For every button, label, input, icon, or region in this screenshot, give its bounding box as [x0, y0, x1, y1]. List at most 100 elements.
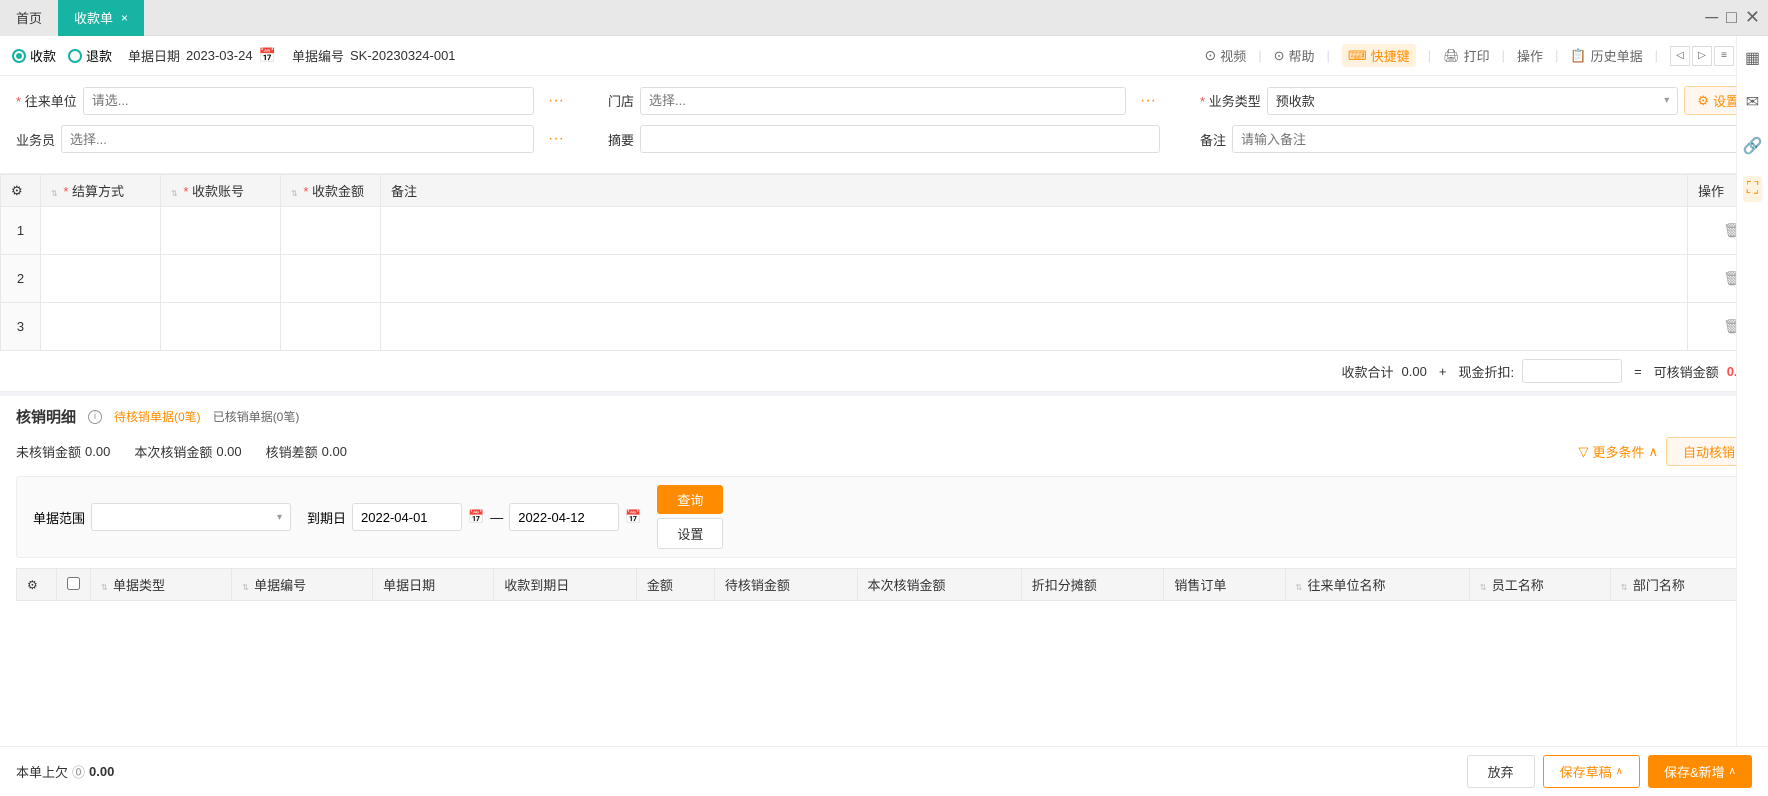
video-btn[interactable]: ⊙ 视频: [1204, 46, 1246, 65]
row-num-3: 3: [1, 303, 41, 351]
date-to-input[interactable]: [509, 503, 619, 531]
row2-remark[interactable]: [381, 255, 1688, 303]
refund-radio[interactable]: 退款: [68, 46, 112, 65]
row1-settle[interactable]: [41, 207, 161, 255]
operation-label: 操作: [1517, 46, 1543, 65]
calendar-icon[interactable]: 📅: [259, 47, 276, 64]
save-arrow-icon: ∧: [1729, 766, 1736, 777]
shop-label: 门店: [608, 91, 634, 110]
shop-input[interactable]: [640, 87, 1126, 115]
wt-gear-col[interactable]: ⚙: [17, 569, 57, 601]
row2-account[interactable]: [161, 255, 281, 303]
info-icon[interactable]: i: [88, 410, 102, 424]
row2-amount[interactable]: [281, 255, 381, 303]
shortcut-btn[interactable]: ⌨ 快捷键: [1342, 44, 1416, 67]
save-draft-btn[interactable]: 保存草稿 ∧: [1543, 755, 1640, 788]
row3-remark[interactable]: [381, 303, 1688, 351]
summary-row: 收款合计 0.00 + 现金折扣: = 可核销金额 0.00: [0, 351, 1768, 392]
tab-receipt[interactable]: 收款单 ×: [58, 0, 144, 36]
video-label: 视频: [1220, 46, 1246, 65]
prev-layout-icon[interactable]: ◁: [1670, 46, 1690, 66]
row1-amount[interactable]: [281, 207, 381, 255]
plus-label: +: [1439, 364, 1447, 379]
row2-settle[interactable]: [41, 255, 161, 303]
operation-btn[interactable]: 操作: [1517, 46, 1543, 65]
printer-icon: 🖨: [1443, 48, 1460, 64]
remarks-input[interactable]: [1232, 125, 1752, 153]
row1-account[interactable]: [161, 207, 281, 255]
business-type-select[interactable]: 预收款 ▾: [1267, 87, 1679, 115]
tab-home[interactable]: 首页: [0, 0, 58, 36]
tab-bar: 首页 收款单 × ─ □ ✕: [0, 0, 1768, 36]
more-conditions-btn[interactable]: ▽ 更多条件 ∧: [1578, 442, 1658, 461]
row1-remark[interactable]: [381, 207, 1688, 255]
select-all-checkbox[interactable]: [67, 577, 80, 590]
main-content: 收款 退款 单据日期 2023-03-24 📅 单据编号 SK-20230324…: [0, 36, 1768, 796]
date-value: 2023-03-24: [186, 48, 253, 63]
receipt-table: ⚙ ⇅ * 结算方式 ⇅ * 收款账号 ⇅ * 收款: [0, 174, 1768, 351]
query-btn[interactable]: 查询: [657, 485, 723, 514]
mail-sidebar-icon[interactable]: ✉: [1742, 88, 1763, 116]
due-date-range: 到期日 📅 — 📅: [307, 503, 641, 531]
counterpart-field: * 往来单位 ···: [16, 87, 568, 115]
row3-settle[interactable]: [41, 303, 161, 351]
writeoff-header: 核销明细 i 待核销单据(0笔) 已核销单据(0笔): [16, 406, 1752, 427]
tab-close-icon[interactable]: ×: [121, 11, 128, 25]
wt-checkbox-col[interactable]: [57, 569, 91, 601]
salesperson-input[interactable]: [61, 125, 534, 153]
history-btn[interactable]: 📋 历史单据: [1570, 46, 1642, 65]
keyboard-icon: ⌨: [1348, 48, 1367, 64]
list-layout-icon[interactable]: ≡: [1714, 46, 1734, 66]
discount-input[interactable]: [1522, 359, 1622, 383]
shortcut-label: 快捷键: [1371, 46, 1410, 65]
chevron-up-icon: ∧: [1648, 444, 1658, 460]
bill-range-select[interactable]: ▾: [91, 503, 291, 531]
current-writeoff-label: 本次核销金额: [134, 442, 212, 461]
wt-employee-col: ⇅ 员工名称: [1469, 569, 1610, 601]
salesperson-more-btn[interactable]: ···: [544, 130, 568, 148]
gear-icon: ⚙: [1697, 93, 1709, 109]
help-btn[interactable]: ⊙ 帮助: [1274, 46, 1315, 65]
diff-label: 核销差额: [266, 442, 318, 461]
row3-amount[interactable]: [281, 303, 381, 351]
footer-page-value: 0.00: [89, 764, 114, 779]
receipt-radio[interactable]: 收款: [12, 46, 56, 65]
print-btn[interactable]: 🖨 打印: [1443, 46, 1490, 65]
close-icon[interactable]: ✕: [1745, 7, 1760, 28]
pending-link[interactable]: 待核销单据(0笔): [114, 408, 201, 425]
row3-account[interactable]: [161, 303, 281, 351]
amount-col: ⇅ * 收款金额: [281, 175, 381, 207]
unwritten-label: 未核销金额: [16, 442, 81, 461]
business-type-label: * 业务类型: [1200, 91, 1261, 110]
print-label: 打印: [1464, 46, 1490, 65]
filter-settings-btn[interactable]: 设置: [657, 518, 723, 549]
summary-input[interactable]: [640, 125, 1160, 153]
link-sidebar-icon[interactable]: 🔗: [1739, 132, 1767, 160]
wt-discount-col: 折扣分摊额: [1021, 569, 1164, 601]
calendar-to-icon[interactable]: 📅: [625, 509, 641, 525]
save-new-btn[interactable]: 保存&新增 ∧: [1648, 755, 1752, 788]
table-sidebar-icon[interactable]: ▦: [1741, 44, 1764, 72]
shop-more-btn[interactable]: ···: [1136, 92, 1160, 110]
abandon-btn[interactable]: 放弃: [1467, 755, 1535, 788]
total-label: 收款合计: [1342, 362, 1394, 381]
next-layout-icon[interactable]: ▷: [1692, 46, 1712, 66]
expand-sidebar-icon[interactable]: ⛶: [1743, 176, 1762, 202]
more-conditions-label: 更多条件: [1592, 442, 1644, 461]
calendar-from-icon[interactable]: 📅: [468, 509, 484, 525]
wt-bill-type-col: ⇅ 单据类型: [91, 569, 232, 601]
counterpart-input[interactable]: [83, 87, 534, 115]
maximize-icon[interactable]: □: [1726, 7, 1737, 28]
receipt-radio-label: 收款: [30, 46, 56, 65]
summary-label: 摘要: [608, 130, 634, 149]
wt-bill-date-col: 单据日期: [373, 569, 494, 601]
date-from-input[interactable]: [352, 503, 462, 531]
done-label[interactable]: 已核销单据(0笔): [213, 408, 300, 425]
minimize-icon[interactable]: ─: [1705, 7, 1718, 28]
history-label: 历史单据: [1591, 46, 1643, 65]
counterpart-more-btn[interactable]: ···: [544, 92, 568, 110]
date-label: 单据日期: [128, 46, 180, 65]
writeoff-title: 核销明细: [16, 406, 76, 427]
footer-info-icon[interactable]: ⓪: [72, 762, 85, 781]
table-gear-col[interactable]: ⚙: [1, 175, 41, 207]
